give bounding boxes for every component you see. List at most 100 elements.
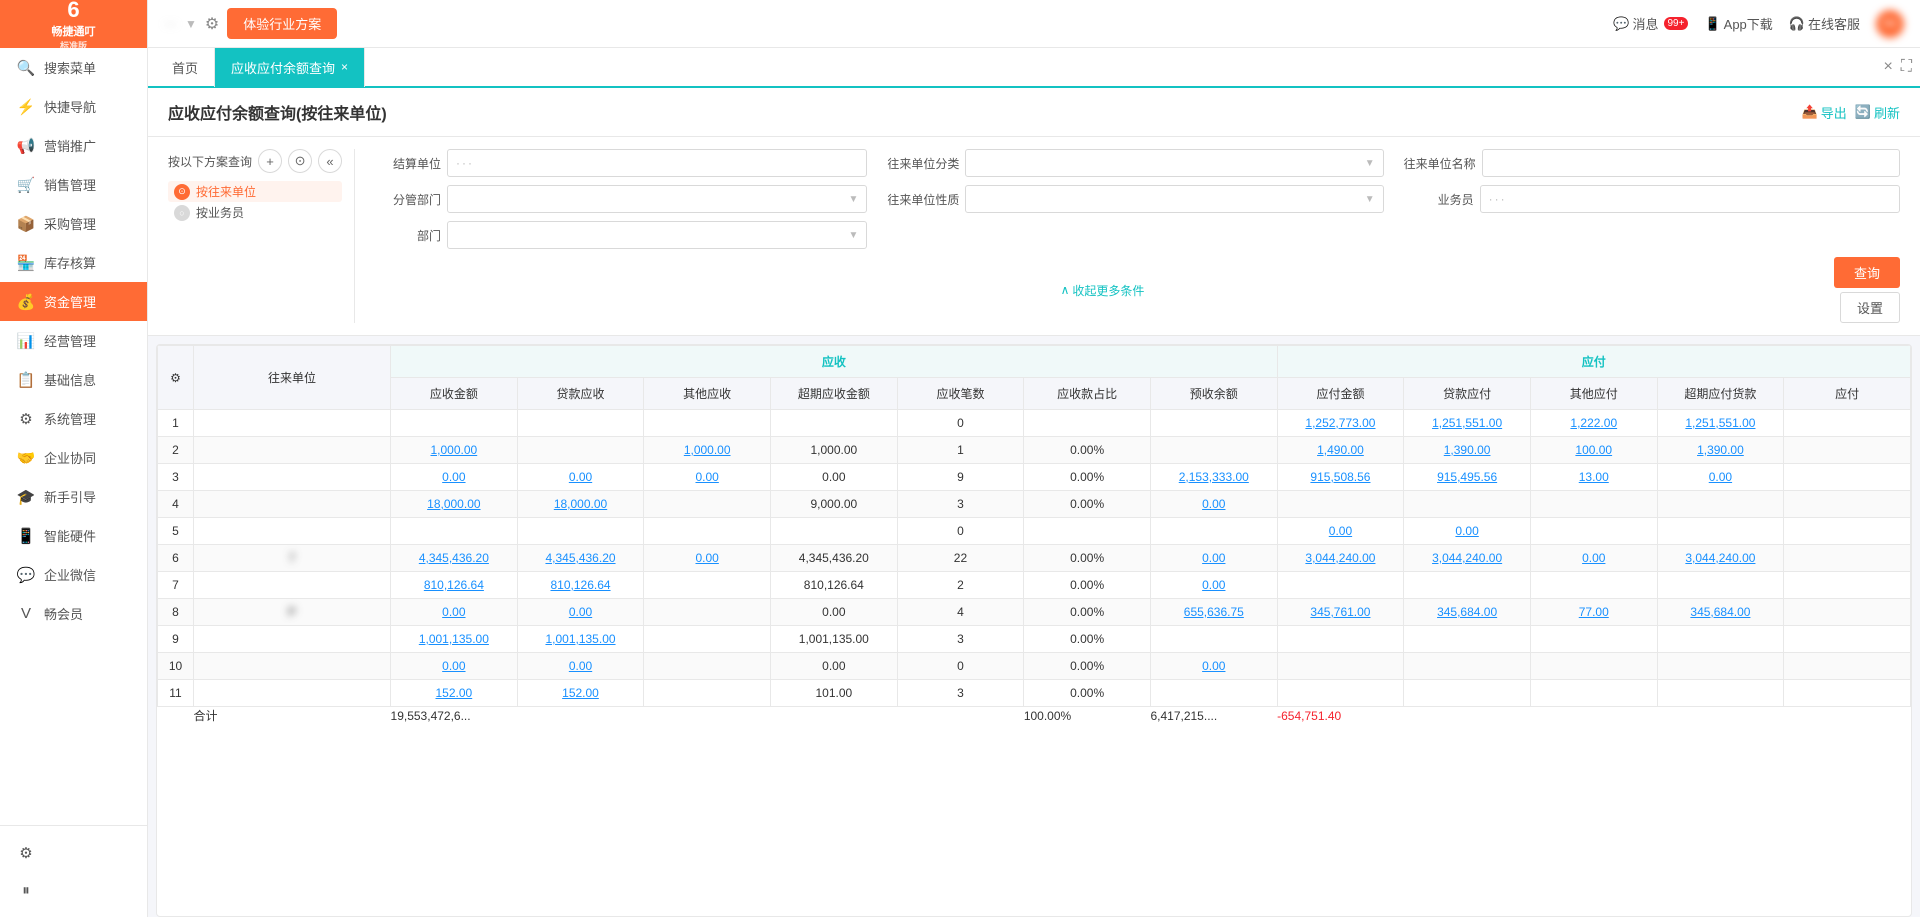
salesman-input[interactable]: ··· xyxy=(1480,185,1900,213)
ar-other-cell[interactable] xyxy=(644,491,771,518)
sidebar-item-12[interactable]: 📱 智能硬件 xyxy=(0,516,147,555)
ap-loan-cell[interactable]: 0.00 xyxy=(1404,518,1531,545)
ar-other-cell[interactable]: 1,000.00 xyxy=(644,437,771,464)
ap-overdue-cell[interactable]: 1,251,551.00 xyxy=(1657,410,1784,437)
tab-close-icon[interactable]: × xyxy=(341,60,348,74)
sidebar-item-9[interactable]: ⚙ 系统管理 xyxy=(0,399,147,438)
sidebar-item-7[interactable]: 📊 经营管理 xyxy=(0,321,147,360)
sidebar-item-13[interactable]: 💬 企业微信 xyxy=(0,555,147,594)
sidebar-item-4[interactable]: 📦 采购管理 xyxy=(0,204,147,243)
refresh-btn[interactable]: 🔄 刷新 xyxy=(1855,103,1900,122)
gear-icon[interactable]: ⚙ xyxy=(205,14,219,34)
ar-loan-cell[interactable]: 0.00 xyxy=(517,599,644,626)
tab-current[interactable]: 应收应付余额查询 × xyxy=(215,48,365,87)
ar-amount-cell[interactable]: 1,000.00 xyxy=(391,437,518,464)
ap-overdue-cell[interactable] xyxy=(1657,680,1784,707)
app-download[interactable]: 📱 App下载 xyxy=(1704,14,1772,33)
collapse-scheme-btn[interactable]: « xyxy=(318,149,342,173)
partner-name-input[interactable] xyxy=(1482,149,1900,177)
ap-amount-cell[interactable]: 1,252,773.00 xyxy=(1277,410,1404,437)
ap-other-cell[interactable]: 1,222.00 xyxy=(1530,410,1657,437)
ap-overdue-cell[interactable] xyxy=(1657,626,1784,653)
ar-prepay-cell[interactable]: 0.00 xyxy=(1150,653,1277,680)
ar-amount-cell[interactable]: 1,001,135.00 xyxy=(391,626,518,653)
ap-loan-cell[interactable]: 345,684.00 xyxy=(1404,599,1531,626)
industry-btn[interactable]: 体验行业方案 xyxy=(227,8,337,39)
ar-loan-cell[interactable]: 810,126.64 xyxy=(517,572,644,599)
ap-overdue-cell[interactable]: 1,390.00 xyxy=(1657,437,1784,464)
ap-amount-cell[interactable]: 915,508.56 xyxy=(1277,464,1404,491)
ap-loan-cell[interactable]: 915,495.56 xyxy=(1404,464,1531,491)
ar-other-cell[interactable]: 0.00 xyxy=(644,545,771,572)
ar-other-cell[interactable] xyxy=(644,653,771,680)
ap-other-cell[interactable]: 77.00 xyxy=(1530,599,1657,626)
ap-loan-cell[interactable] xyxy=(1404,572,1531,599)
user-avatar[interactable]: Rit xyxy=(1876,10,1904,38)
ar-prepay-cell[interactable] xyxy=(1150,626,1277,653)
export-btn[interactable]: 📤 导出 xyxy=(1802,103,1847,122)
sidebar-item-2[interactable]: 📢 营销推广 xyxy=(0,126,147,165)
partner-nature-input[interactable]: ▼ xyxy=(965,185,1383,213)
sidebar-item-5[interactable]: 🏪 库存核算 xyxy=(0,243,147,282)
ar-prepay-cell[interactable] xyxy=(1150,518,1277,545)
ap-other-cell[interactable] xyxy=(1530,653,1657,680)
ar-amount-cell[interactable]: 18,000.00 xyxy=(391,491,518,518)
ap-overdue-cell[interactable]: 0.00 xyxy=(1657,464,1784,491)
sidebar-item-14[interactable]: V 畅会员 xyxy=(0,594,147,633)
settlement-input[interactable]: ··· xyxy=(447,149,867,177)
ap-other-cell[interactable] xyxy=(1530,680,1657,707)
sidebar-item-1[interactable]: ⚡ 快捷导航 xyxy=(0,87,147,126)
ar-loan-cell[interactable]: 0.00 xyxy=(517,464,644,491)
ar-loan-cell[interactable] xyxy=(517,410,644,437)
ap-overdue-cell[interactable] xyxy=(1657,653,1784,680)
ar-loan-cell[interactable] xyxy=(517,437,644,464)
ap-loan-cell[interactable] xyxy=(1404,626,1531,653)
sidebar-item-6[interactable]: 💰 资金管理 xyxy=(0,282,147,321)
ap-amount-cell[interactable]: 3,044,240.00 xyxy=(1277,545,1404,572)
ar-amount-cell[interactable]: 4,345,436.20 xyxy=(391,545,518,572)
ap-loan-cell[interactable] xyxy=(1404,653,1531,680)
ar-prepay-cell[interactable] xyxy=(1150,410,1277,437)
tab-home[interactable]: 首页 xyxy=(156,48,215,87)
dept-input[interactable]: ▼ xyxy=(447,221,867,249)
ap-amount-cell[interactable] xyxy=(1277,572,1404,599)
ap-overdue-cell[interactable] xyxy=(1657,491,1784,518)
ar-amount-cell[interactable] xyxy=(391,518,518,545)
ar-loan-cell[interactable]: 1,001,135.00 xyxy=(517,626,644,653)
tab-expand[interactable]: ⛶ xyxy=(1901,58,1912,76)
ap-amount-cell[interactable] xyxy=(1277,626,1404,653)
ar-prepay-cell[interactable]: 2,153,333.00 xyxy=(1150,464,1277,491)
ar-amount-cell[interactable]: 0.00 xyxy=(391,464,518,491)
add-scheme-btn[interactable]: + xyxy=(258,149,282,173)
ap-loan-cell[interactable] xyxy=(1404,680,1531,707)
col-settings[interactable]: ⚙ xyxy=(158,346,194,410)
ar-loan-cell[interactable]: 18,000.00 xyxy=(517,491,644,518)
ap-amount-cell[interactable]: 1,490.00 xyxy=(1277,437,1404,464)
ar-loan-cell[interactable] xyxy=(517,518,644,545)
ar-prepay-cell[interactable] xyxy=(1150,680,1277,707)
ar-amount-cell[interactable]: 0.00 xyxy=(391,653,518,680)
ar-other-cell[interactable] xyxy=(644,518,771,545)
msg-item[interactable]: 💬 消息 99+ xyxy=(1613,14,1688,33)
ap-overdue-cell[interactable] xyxy=(1657,518,1784,545)
ar-prepay-cell[interactable]: 0.00 xyxy=(1150,491,1277,518)
query-btn[interactable]: 查询 xyxy=(1834,257,1900,288)
ar-prepay-cell[interactable]: 655,636.75 xyxy=(1150,599,1277,626)
ap-amount-cell[interactable] xyxy=(1277,653,1404,680)
ap-amount-cell[interactable] xyxy=(1277,491,1404,518)
sidebar-item-0[interactable]: 🔍 搜索菜单 xyxy=(0,48,147,87)
sidebar-item-11[interactable]: 🎓 新手引导 xyxy=(0,477,147,516)
ar-loan-cell[interactable]: 0.00 xyxy=(517,653,644,680)
sidebar-item-3[interactable]: 🛒 销售管理 xyxy=(0,165,147,204)
ar-other-cell[interactable]: 0.00 xyxy=(644,464,771,491)
ar-other-cell[interactable] xyxy=(644,410,771,437)
settings-scheme-btn[interactable]: ⊙ xyxy=(288,149,312,173)
ap-other-cell[interactable] xyxy=(1530,626,1657,653)
ar-loan-cell[interactable]: 152.00 xyxy=(517,680,644,707)
ap-loan-cell[interactable]: 1,390.00 xyxy=(1404,437,1531,464)
ar-other-cell[interactable] xyxy=(644,680,771,707)
ap-overdue-cell[interactable]: 3,044,240.00 xyxy=(1657,545,1784,572)
ap-other-cell[interactable] xyxy=(1530,491,1657,518)
ar-amount-cell[interactable]: 0.00 xyxy=(391,599,518,626)
dept-manage-input[interactable]: ▼ xyxy=(447,185,867,213)
